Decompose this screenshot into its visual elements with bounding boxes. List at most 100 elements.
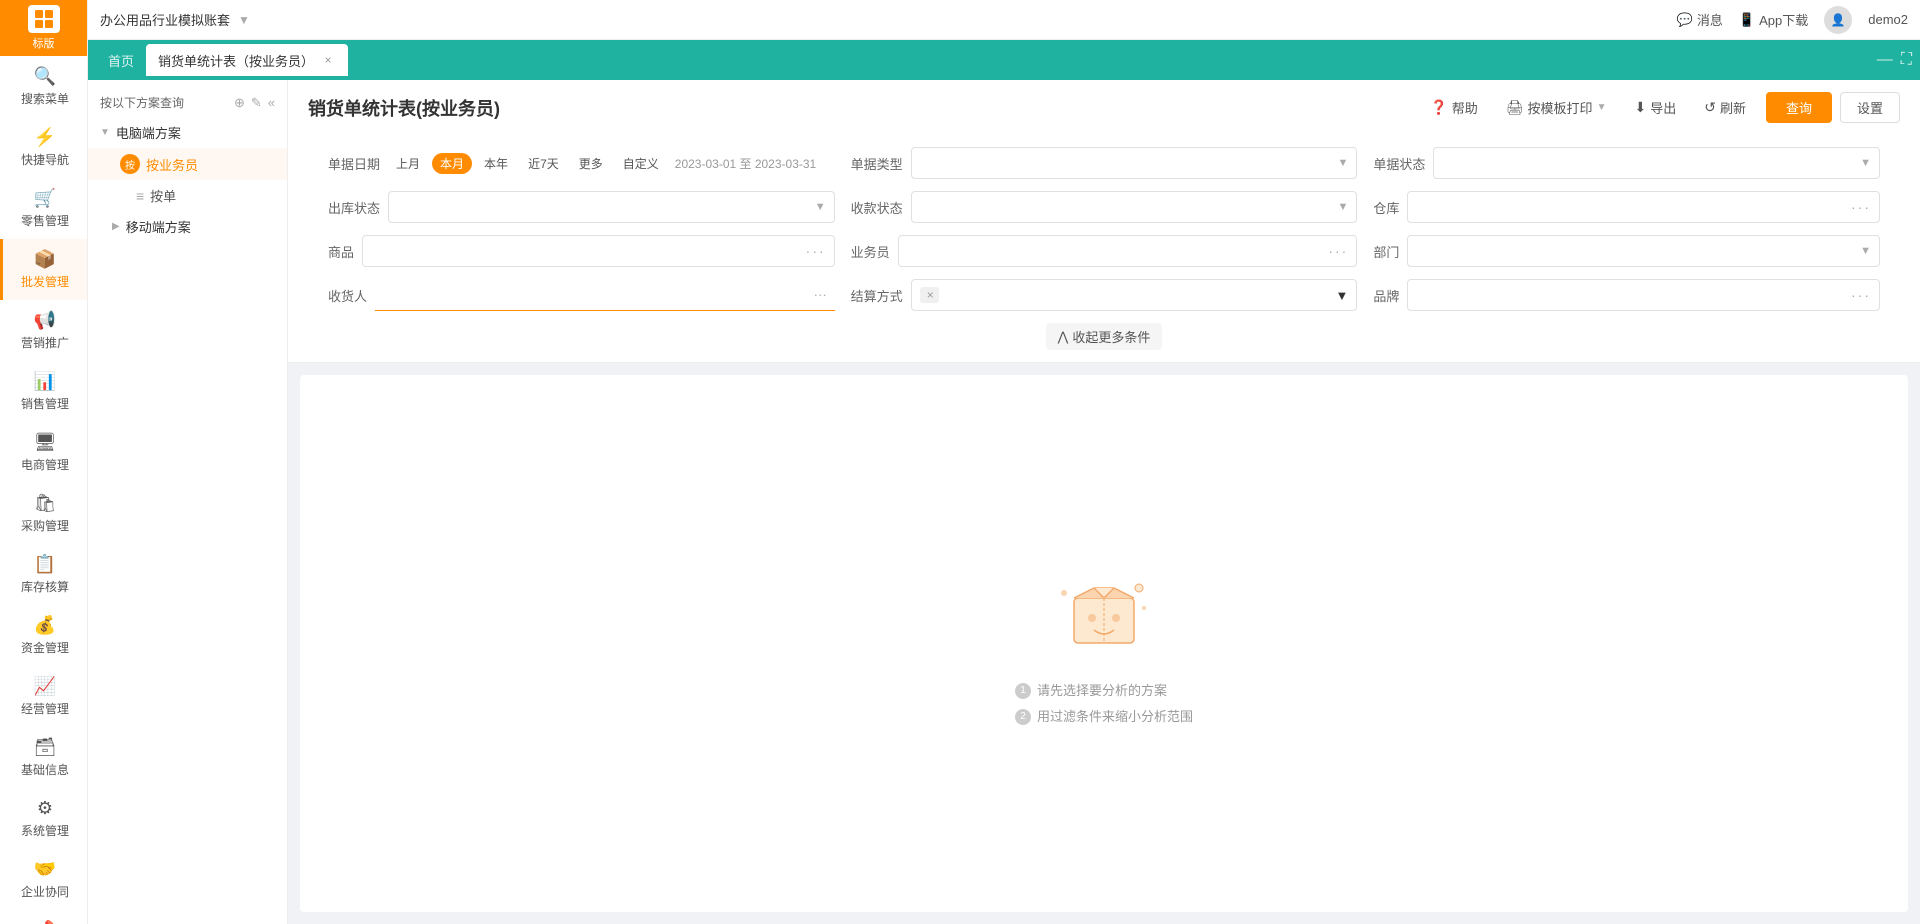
sidebar-item-finance[interactable]: 💰 资金管理 — [0, 605, 88, 666]
date-range-text: 2023-03-01 至 2023-03-31 — [675, 155, 816, 172]
date-tab-this-year[interactable]: 本年 — [476, 153, 516, 174]
sidebar-item-purchase[interactable]: 🛍 采购管理 — [0, 483, 88, 544]
guide-icon: 📌 — [34, 920, 56, 924]
settlement-clear-button[interactable]: × — [927, 288, 934, 302]
refresh-label: 刷新 — [1720, 98, 1746, 117]
date-control: 上月 本月 本年 近7天 更多 自定义 2023-03-01 至 2023-03… — [388, 147, 835, 179]
salesperson-control[interactable]: ··· — [898, 235, 1358, 267]
date-tab-custom[interactable]: 自定义 — [615, 153, 667, 174]
left-panel: 按以下方案查询 ⊕ ✎ « ▼ 电脑端方案 按 按业务员 ≡ 按单 ▶ — [88, 80, 288, 924]
wholesale-icon: 📦 — [34, 249, 56, 270]
topbar-right: 💬 消息 📱 App下载 👤 demo2 — [1677, 6, 1908, 34]
help-button[interactable]: ❓ 帮助 — [1422, 94, 1485, 121]
settlement-arrow: ▼ — [1335, 288, 1348, 303]
sidebar-item-marketing[interactable]: 📢 营销推广 — [0, 300, 88, 361]
message-button[interactable]: 💬 消息 — [1677, 10, 1723, 29]
desktop-section[interactable]: ▼ 电脑端方案 — [88, 117, 287, 148]
brand-control[interactable]: ··· — [1407, 279, 1880, 311]
app-download-button[interactable]: 📱 App下载 — [1739, 10, 1808, 29]
page-actions: ❓ 帮助 🖨 按模板打印 ▼ ⬇ 导出 ↺ — [1422, 92, 1900, 123]
sidebar-label-search: 搜索菜单 — [21, 90, 69, 107]
scheme-order-label: 按单 — [150, 186, 176, 205]
scheme-salesperson-icon: 按 — [120, 154, 140, 174]
tab-active-label: 销货单统计表（按业务员） — [158, 51, 314, 70]
avatar[interactable]: 👤 — [1824, 6, 1852, 34]
filter-goods: 商品 ··· — [328, 235, 835, 267]
settings-button[interactable]: 设置 — [1840, 92, 1900, 123]
tab-maximize-button[interactable]: ⛶ — [1901, 51, 1912, 69]
help-label: 帮助 — [1452, 98, 1478, 117]
topbar-dropdown-arrow[interactable]: ▼ — [238, 13, 250, 27]
sidebar-item-ecommerce[interactable]: 🖥 电商管理 — [0, 422, 88, 483]
consignee-label: 收货人 — [328, 286, 367, 305]
scheme-salesperson[interactable]: 按 按业务员 — [88, 148, 287, 180]
topbar-left: 办公用品行业模拟账套 ▼ — [100, 10, 250, 29]
tabbar: 首页 销货单统计表（按业务员） × — ⛶ — [88, 40, 1920, 80]
sidebar-item-inventory[interactable]: 📋 库存核算 — [0, 544, 88, 605]
refresh-button[interactable]: ↺ 刷新 — [1696, 94, 1754, 121]
empty-state: 1 请先选择要分析的方案 2 用过滤条件来缩小分析范围 — [300, 375, 1908, 912]
query-button[interactable]: 查询 — [1766, 92, 1832, 123]
hint-num-1: 1 — [1015, 683, 1031, 699]
sidebar-label-operation: 经营管理 — [21, 700, 69, 717]
goods-control[interactable]: ··· — [362, 235, 835, 267]
payment-status-control[interactable]: ▼ — [911, 191, 1358, 223]
tab-home[interactable]: 首页 — [96, 44, 146, 76]
date-tab-last-7days[interactable]: 近7天 — [520, 153, 567, 174]
sidebar-item-shortcut[interactable]: ⚡ 快捷导航 — [0, 117, 88, 178]
inventory-icon: 📋 — [34, 554, 56, 575]
sidebar-item-guide[interactable]: 📌 新手引导 — [0, 910, 88, 924]
doc-type-control[interactable]: ▼ — [911, 147, 1358, 179]
export-icon: ⬇ — [1634, 99, 1646, 116]
filter-area: 单据日期 上月 本月 本年 近7天 更多 自定义 20 — [308, 135, 1900, 362]
settlement-tag: × — [920, 287, 939, 303]
doc-status-label: 单据状态 — [1373, 154, 1425, 173]
doc-status-control[interactable]: ▼ — [1433, 147, 1880, 179]
scheme-actions: ⊕ ✎ « — [234, 95, 275, 111]
collapse-button[interactable]: ⋀ 收起更多条件 — [1046, 323, 1163, 350]
purchase-icon: 🛍 — [34, 493, 57, 514]
filter-payment-status: 收款状态 ▼ — [851, 191, 1358, 223]
sidebar-label-enterprise: 企业协同 — [21, 883, 69, 900]
tab-salesperson-report[interactable]: 销货单统计表（按业务员） × — [146, 44, 348, 76]
sidebar-item-wholesale[interactable]: 📦 批发管理 — [0, 239, 88, 300]
consignee-control[interactable]: ··· — [375, 279, 835, 311]
filter-row-3: 商品 ··· 业务员 ··· — [328, 235, 1880, 267]
sidebar-item-operation[interactable]: 📈 经营管理 — [0, 666, 88, 727]
goods-label: 商品 — [328, 242, 354, 261]
template-print-button[interactable]: 🖨 按模板打印 ▼ — [1498, 94, 1615, 121]
warehouse-control[interactable]: ··· — [1407, 191, 1880, 223]
sidebar-label-wholesale: 批发管理 — [21, 273, 69, 290]
edit-scheme-button[interactable]: ✎ — [251, 95, 262, 111]
order-icon: ≡ — [136, 188, 144, 204]
tab-minimize-button[interactable]: — — [1877, 51, 1893, 69]
settlement-control[interactable]: × ▼ — [911, 279, 1358, 311]
date-tab-more[interactable]: 更多 — [571, 153, 611, 174]
export-button[interactable]: ⬇ 导出 — [1626, 94, 1684, 121]
collapse-panel-button[interactable]: « — [268, 95, 275, 110]
stock-status-arrow: ▼ — [815, 201, 826, 213]
scheme-order[interactable]: ≡ 按单 — [88, 180, 287, 211]
stock-status-control[interactable]: ▼ — [388, 191, 835, 223]
empty-illustration — [1044, 558, 1164, 658]
export-label: 导出 — [1650, 98, 1676, 117]
payment-status-arrow: ▼ — [1337, 201, 1348, 213]
sidebar-item-search[interactable]: 🔍 搜索菜单 — [0, 56, 88, 117]
sidebar-label-marketing: 营销推广 — [21, 334, 69, 351]
filter-date: 单据日期 上月 本月 本年 近7天 更多 自定义 20 — [328, 147, 835, 179]
tab-close-button[interactable]: × — [320, 52, 336, 68]
date-tab-last-month[interactable]: 上月 — [388, 153, 428, 174]
sidebar-item-retail[interactable]: 🛒 零售管理 — [0, 178, 88, 239]
hint-item-1: 1 请先选择要分析的方案 — [1015, 678, 1193, 704]
sidebar-item-system[interactable]: ⚙ 系统管理 — [0, 788, 88, 849]
department-control[interactable]: ▼ — [1407, 235, 1880, 267]
sidebar-item-basic[interactable]: 🗃 基础信息 — [0, 727, 88, 788]
sidebar-item-sales[interactable]: 📊 销售管理 — [0, 361, 88, 422]
mobile-section[interactable]: ▶ 移动端方案 — [88, 211, 287, 242]
print-label: 按模板打印 — [1528, 98, 1593, 117]
date-tab-this-month[interactable]: 本月 — [432, 153, 472, 174]
filter-settlement: 结算方式 × ▼ — [851, 279, 1358, 311]
sidebar-item-enterprise[interactable]: 🤝 企业协同 — [0, 849, 88, 910]
add-scheme-button[interactable]: ⊕ — [234, 95, 245, 111]
content-body: 1 请先选择要分析的方案 2 用过滤条件来缩小分析范围 — [288, 363, 1920, 924]
